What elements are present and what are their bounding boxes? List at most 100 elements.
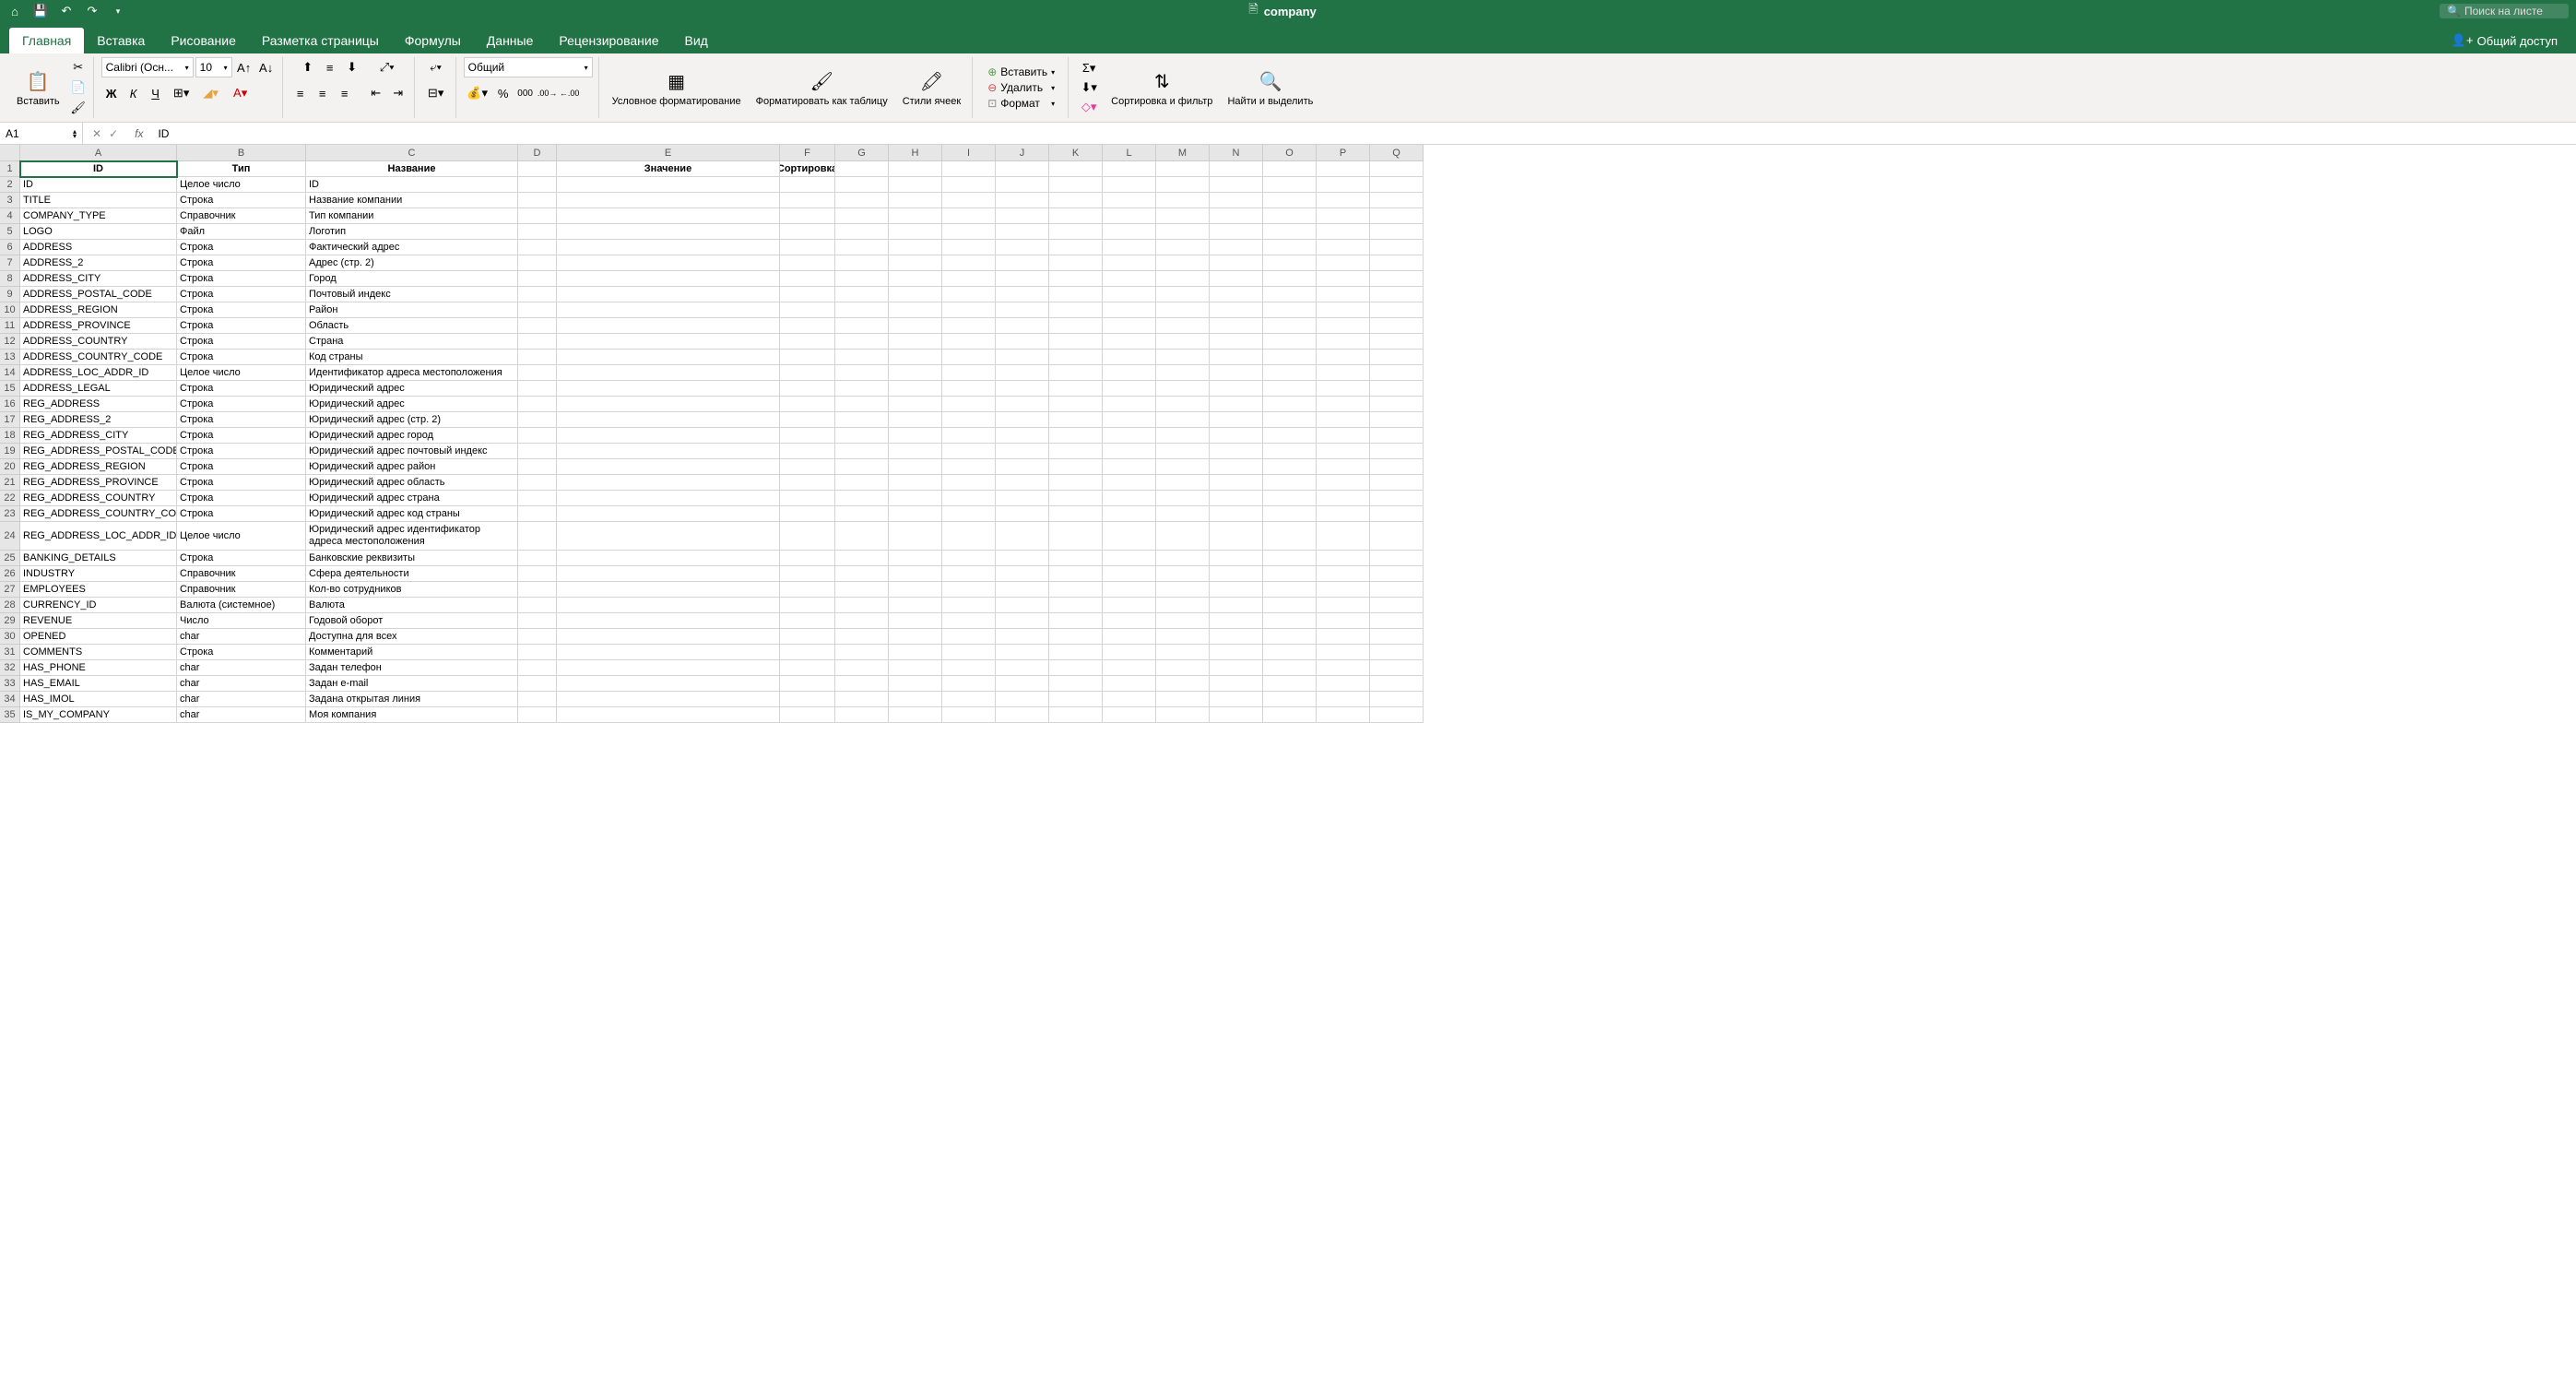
cell[interactable] xyxy=(780,412,835,428)
cell[interactable] xyxy=(835,582,889,598)
cell[interactable] xyxy=(1263,629,1317,645)
decrease-font-icon[interactable]: A↓ xyxy=(256,57,277,77)
column-header[interactable]: L xyxy=(1103,145,1156,160)
cell[interactable] xyxy=(1263,255,1317,271)
cell[interactable]: REVENUE xyxy=(20,613,177,629)
tab-home[interactable]: Главная xyxy=(9,28,84,53)
row-header[interactable]: 25 xyxy=(0,551,19,566)
cell[interactable] xyxy=(942,208,996,224)
cell[interactable] xyxy=(1317,506,1370,522)
cell[interactable] xyxy=(780,645,835,660)
cell[interactable] xyxy=(557,444,780,459)
cell[interactable] xyxy=(780,428,835,444)
cell[interactable] xyxy=(1317,707,1370,723)
cell[interactable] xyxy=(1263,566,1317,582)
cell[interactable] xyxy=(518,598,557,613)
cell[interactable] xyxy=(1317,582,1370,598)
cell[interactable] xyxy=(1103,598,1156,613)
home-icon[interactable]: ⌂ xyxy=(7,4,22,18)
cell[interactable]: Сфера деятельности xyxy=(306,566,518,582)
cell[interactable]: Кол-во сотрудников xyxy=(306,582,518,598)
cell[interactable] xyxy=(780,255,835,271)
cell[interactable] xyxy=(835,522,889,551)
format-painter-icon[interactable]: 🖌 xyxy=(69,99,88,117)
cell[interactable] xyxy=(780,582,835,598)
cell[interactable] xyxy=(780,522,835,551)
cell[interactable] xyxy=(1317,475,1370,491)
cell[interactable]: Строка xyxy=(177,271,306,287)
cell[interactable] xyxy=(1317,381,1370,397)
cell[interactable] xyxy=(1156,459,1210,475)
cell[interactable]: COMPANY_TYPE xyxy=(20,208,177,224)
cell[interactable] xyxy=(1263,271,1317,287)
cell[interactable] xyxy=(942,271,996,287)
cell[interactable] xyxy=(1156,692,1210,707)
cell[interactable]: Строка xyxy=(177,506,306,522)
cell[interactable]: Строка xyxy=(177,287,306,302)
cell[interactable] xyxy=(1049,193,1103,208)
cell[interactable] xyxy=(889,271,942,287)
align-right-icon[interactable]: ≡ xyxy=(335,83,355,103)
cell[interactable] xyxy=(1317,551,1370,566)
cell[interactable] xyxy=(518,459,557,475)
cell[interactable] xyxy=(942,397,996,412)
cell[interactable] xyxy=(518,350,557,365)
cell[interactable] xyxy=(835,350,889,365)
cell[interactable] xyxy=(1317,598,1370,613)
cell[interactable] xyxy=(835,193,889,208)
cell[interactable] xyxy=(1103,551,1156,566)
row-header[interactable]: 34 xyxy=(0,692,19,707)
cell[interactable] xyxy=(1049,582,1103,598)
cell[interactable] xyxy=(518,381,557,397)
cell[interactable]: REG_ADDRESS_COUNTRY xyxy=(20,491,177,506)
cell[interactable] xyxy=(1103,645,1156,660)
cell[interactable] xyxy=(1156,551,1210,566)
cell[interactable]: Страна xyxy=(306,334,518,350)
cell[interactable] xyxy=(1156,522,1210,551)
cell[interactable] xyxy=(1103,475,1156,491)
cell[interactable]: CURRENCY_ID xyxy=(20,598,177,613)
column-header[interactable]: K xyxy=(1049,145,1103,160)
cell[interactable] xyxy=(835,613,889,629)
cell[interactable] xyxy=(780,566,835,582)
cell[interactable]: HAS_EMAIL xyxy=(20,676,177,692)
cell[interactable] xyxy=(1103,161,1156,177)
row-header[interactable]: 33 xyxy=(0,676,19,692)
cell[interactable] xyxy=(1156,287,1210,302)
cell[interactable] xyxy=(996,582,1049,598)
cell[interactable] xyxy=(780,660,835,676)
tab-review[interactable]: Рецензирование xyxy=(546,28,671,53)
cell[interactable] xyxy=(1370,381,1424,397)
cell[interactable] xyxy=(1210,381,1263,397)
cell[interactable] xyxy=(1370,193,1424,208)
column-header[interactable]: G xyxy=(835,145,889,160)
cell[interactable] xyxy=(942,381,996,397)
font-size-combo[interactable]: 10▾ xyxy=(195,57,232,77)
cell[interactable] xyxy=(942,491,996,506)
cell[interactable] xyxy=(996,302,1049,318)
cell[interactable] xyxy=(518,551,557,566)
cell[interactable] xyxy=(1317,645,1370,660)
cell[interactable]: Значение xyxy=(557,161,780,177)
wrap-text-icon[interactable]: ⤶▾ xyxy=(422,57,450,77)
column-header[interactable]: J xyxy=(996,145,1049,160)
cell[interactable] xyxy=(557,334,780,350)
cell[interactable] xyxy=(1156,177,1210,193)
cell[interactable]: Строка xyxy=(177,381,306,397)
cell[interactable] xyxy=(1210,598,1263,613)
cell[interactable] xyxy=(1263,506,1317,522)
cell[interactable] xyxy=(1103,522,1156,551)
column-header[interactable]: E xyxy=(557,145,780,160)
cell[interactable] xyxy=(889,566,942,582)
select-all-corner[interactable] xyxy=(0,145,20,161)
cell[interactable] xyxy=(1263,208,1317,224)
row-header[interactable]: 18 xyxy=(0,428,19,444)
column-header[interactable]: M xyxy=(1156,145,1210,160)
cell[interactable]: OPENED xyxy=(20,629,177,645)
cell[interactable] xyxy=(996,629,1049,645)
cell[interactable] xyxy=(942,240,996,255)
cell[interactable]: REG_ADDRESS_COUNTRY_CODE xyxy=(20,506,177,522)
format-as-table-button[interactable]: 🖌 Форматировать как таблицу xyxy=(750,67,893,109)
cell[interactable] xyxy=(1049,692,1103,707)
cell[interactable]: Моя компания xyxy=(306,707,518,723)
